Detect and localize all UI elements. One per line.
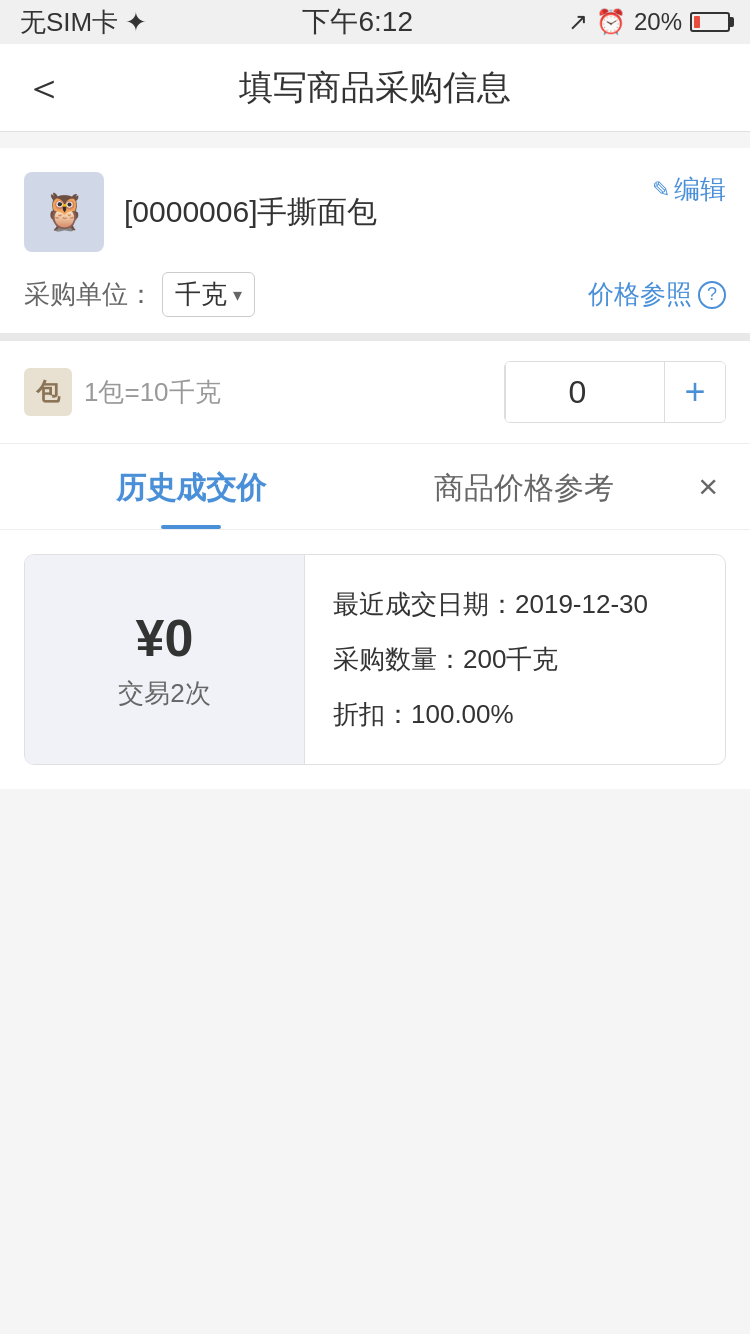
history-price-section: ¥0 交易2次 <box>25 555 305 764</box>
quantity-input[interactable] <box>505 362 665 422</box>
battery-percent-text: 20% <box>634 8 682 36</box>
tab-product-price-ref[interactable]: 商品价格参考 <box>357 444 690 529</box>
unit-value: 千克 <box>175 277 227 312</box>
history-discount-label: 折扣： <box>333 699 411 729</box>
unit-info: 包 1包=10千克 <box>24 368 221 416</box>
status-bar: 无SIM卡 ✦ 下午6:12 ↗ ⏰ 20% <box>0 0 750 44</box>
quantity-row: 包 1包=10千克 + <box>0 341 750 444</box>
edit-button[interactable]: ✎ 编辑 <box>652 172 726 207</box>
quantity-control: + <box>504 361 726 423</box>
tab-close-button[interactable]: × <box>690 451 726 522</box>
section-divider <box>0 333 750 341</box>
bottom-panel: 历史成交价 商品价格参考 × ¥0 交易2次 最近成交日期：2019-12-30… <box>0 444 750 789</box>
history-discount-value: 100.00% <box>411 699 514 729</box>
carrier-text: 无SIM卡 ✦ <box>20 5 147 40</box>
dropdown-arrow-icon: ▾ <box>233 284 242 306</box>
history-section: ¥0 交易2次 最近成交日期：2019-12-30 采购数量：200千克 折扣：… <box>0 530 750 789</box>
unit-tag: 包 <box>24 368 72 416</box>
unit-dropdown[interactable]: 千克 ▾ <box>162 272 255 317</box>
product-header: 🦉 [0000006]手撕面包 ✎ 编辑 <box>24 172 726 252</box>
history-date-row: 最近成交日期：2019-12-30 <box>333 585 697 624</box>
unit-section: 采购单位： 千克 ▾ <box>24 272 255 317</box>
back-button[interactable]: ＜ <box>24 60 64 115</box>
edit-icon: ✎ <box>652 177 670 203</box>
location-icon: ↗ <box>568 8 588 36</box>
history-date-value: 2019-12-30 <box>515 589 648 619</box>
price-ref-label: 价格参照 <box>588 277 692 312</box>
unit-label: 采购单位： <box>24 277 154 312</box>
nav-bar: ＜ 填写商品采购信息 <box>0 44 750 132</box>
history-date-label: 最近成交日期： <box>333 589 515 619</box>
product-thumbnail: 🦉 <box>24 172 104 252</box>
tab-history-price[interactable]: 历史成交价 <box>24 444 357 529</box>
history-transaction-count: 交易2次 <box>118 676 210 711</box>
history-card: ¥0 交易2次 最近成交日期：2019-12-30 采购数量：200千克 折扣：… <box>24 554 726 765</box>
alarm-icon: ⏰ <box>596 8 626 36</box>
status-time: 下午6:12 <box>302 3 413 41</box>
edit-label: 编辑 <box>674 172 726 207</box>
product-logo-icon: 🦉 <box>42 191 87 233</box>
status-left: 无SIM卡 ✦ <box>20 5 147 40</box>
history-details-section: 最近成交日期：2019-12-30 采购数量：200千克 折扣：100.00% <box>305 555 725 764</box>
history-qty-value: 200千克 <box>463 644 558 674</box>
price-reference-link[interactable]: 价格参照 ? <box>588 277 726 312</box>
price-ref-info-icon: ? <box>698 281 726 309</box>
history-qty-row: 采购数量：200千克 <box>333 640 697 679</box>
history-qty-label: 采购数量： <box>333 644 463 674</box>
quantity-add-button[interactable]: + <box>665 362 725 422</box>
status-right: ↗ ⏰ 20% <box>568 8 730 36</box>
product-card: 🦉 [0000006]手撕面包 ✎ 编辑 采购单位： 千克 ▾ 价格参照 ? <box>0 148 750 333</box>
product-left: 🦉 [0000006]手撕面包 <box>24 172 377 252</box>
product-name: [0000006]手撕面包 <box>124 192 377 233</box>
history-price-value: ¥0 <box>136 608 194 668</box>
tab-bar: 历史成交价 商品价格参考 × <box>0 444 750 530</box>
battery-icon <box>690 12 730 32</box>
empty-area <box>0 789 750 1334</box>
page-title: 填写商品采购信息 <box>239 65 511 111</box>
product-unit-row: 采购单位： 千克 ▾ 价格参照 ? <box>24 272 726 317</box>
unit-ratio: 1包=10千克 <box>84 375 221 410</box>
history-discount-row: 折扣：100.00% <box>333 695 697 734</box>
